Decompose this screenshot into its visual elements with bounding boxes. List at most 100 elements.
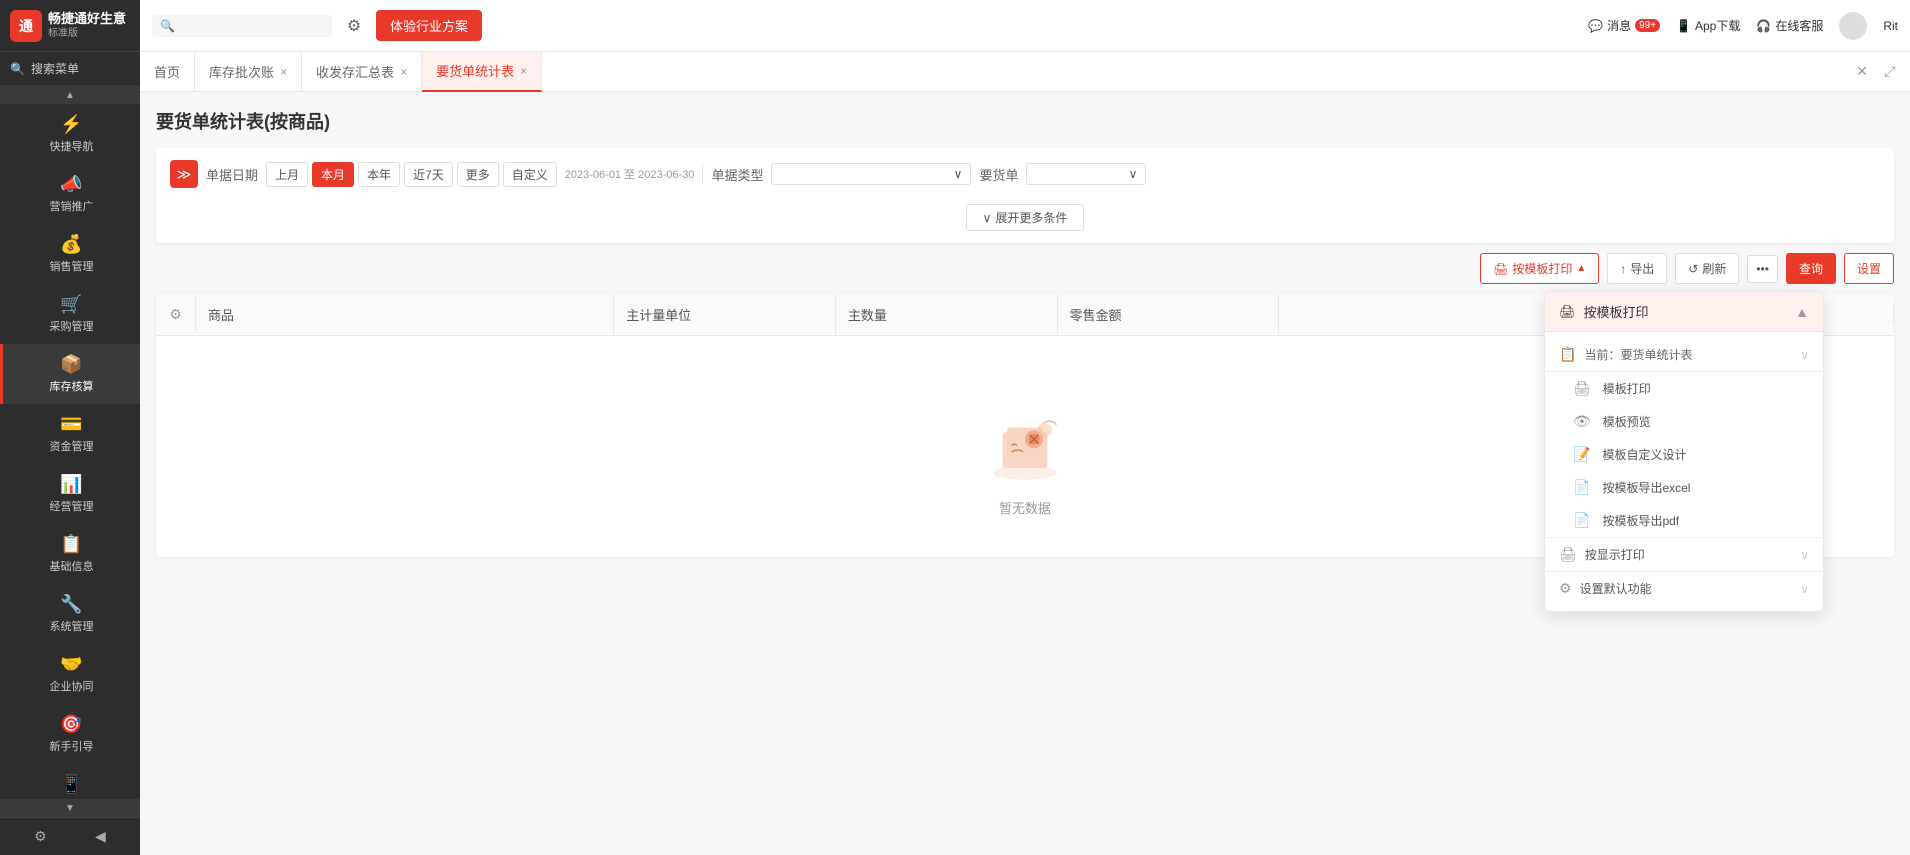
tab-inventory-batch-close[interactable]: × — [280, 65, 287, 79]
app-download-icon: 📱 — [1676, 19, 1691, 33]
sidebar-item-inventory[interactable]: 📦 库存核算 — [0, 344, 140, 404]
order-status-arrow: ∨ — [1129, 167, 1138, 181]
sidebar-settings-icon[interactable]: ⚙ — [34, 828, 47, 845]
sidebar-search[interactable]: 🔍 搜索菜单 — [0, 52, 140, 86]
refresh-btn-label: 刷新 — [1702, 260, 1726, 277]
window-close-btn[interactable]: ✕ — [1850, 60, 1874, 84]
main-area: 🔍 ⚙ 体验行业方案 💬 消息 99+ 📱 App下载 🎧 在线客服 Rit — [140, 0, 1910, 855]
export-pdf-icon: 📄 — [1573, 512, 1590, 529]
sidebar-label-finance: 资金管理 — [50, 438, 94, 454]
dropdown-sub-display-print[interactable]: 🖨 按显示打印 ∨ — [1545, 537, 1823, 571]
query-btn[interactable]: 查询 — [1786, 253, 1836, 284]
sidebar-item-finance[interactable]: 💳 资金管理 — [0, 404, 140, 464]
sidebar-item-newbie[interactable]: 🎯 新手引导 — [0, 704, 140, 764]
tab-order-stats[interactable]: 要货单统计表 × — [422, 52, 542, 92]
set-default-arrow: ∨ — [1800, 582, 1809, 596]
date-btn-more[interactable]: 更多 — [457, 162, 499, 187]
sidebar-search-label: 搜索菜单 — [31, 60, 79, 77]
topbar-gear-button[interactable]: ⚙ — [340, 12, 368, 40]
quick-nav-icon: ⚡ — [60, 114, 82, 135]
template-print-arrow: ▲ — [1576, 263, 1586, 274]
sidebar-item-system[interactable]: 🔧 系统管理 — [0, 584, 140, 644]
service-icon: 🎧 — [1756, 19, 1771, 33]
action-bar: 🖨 按模板打印 ▲ 📋 当前：要货单统计表 ∨ 🖨 模板打印 — [156, 253, 1894, 284]
order-status-select[interactable]: ∨ — [1026, 163, 1146, 185]
basics-icon: 📋 — [60, 534, 82, 555]
newbie-icon: 🎯 — [60, 714, 82, 735]
bill-type-select[interactable]: ∨ — [771, 163, 971, 185]
set-default-icon: ⚙ — [1559, 580, 1572, 597]
dropdown-item-template-print[interactable]: 🖨 模板打印 — [1545, 372, 1823, 405]
message-icon: 💬 — [1588, 19, 1603, 33]
date-btn-prev-month[interactable]: 上月 — [266, 162, 308, 187]
tab-receipts-summary-close[interactable]: × — [400, 65, 407, 79]
sidebar-item-purchase[interactable]: 🛒 采购管理 — [0, 284, 140, 344]
refresh-btn[interactable]: ↺ 刷新 — [1675, 253, 1739, 284]
sidebar-scroll-up[interactable]: ▲ — [0, 86, 140, 104]
table-settings-btn[interactable]: ⚙ — [156, 296, 196, 333]
app-download-button[interactable]: 📱 App下载 — [1676, 17, 1740, 34]
settings-btn[interactable]: 设置 — [1844, 253, 1894, 284]
topbar: 🔍 ⚙ 体验行业方案 💬 消息 99+ 📱 App下载 🎧 在线客服 Rit — [140, 0, 1910, 52]
topbar-search-box[interactable]: 🔍 — [152, 15, 332, 37]
dropdown-item-template-custom[interactable]: 📝 模板自定义设计 — [1545, 438, 1823, 471]
dropdown-title: 🖨 按模板打印 — [1559, 302, 1649, 321]
date-btn-current-month[interactable]: 本月 — [312, 162, 354, 187]
dropdown-sub-set-default[interactable]: ⚙ 设置默认功能 ∨ — [1545, 571, 1823, 605]
current-item-icon: 📋 — [1559, 346, 1576, 363]
sidebar-item-basics[interactable]: 📋 基础信息 — [0, 524, 140, 584]
page-title: 要货单统计表(按商品) — [156, 108, 1894, 134]
dropdown-current-item: 📋 当前：要货单统计表 ∨ — [1545, 338, 1823, 372]
export-btn[interactable]: ↑ 导出 — [1607, 253, 1667, 284]
topbar-right: 💬 消息 99+ 📱 App下载 🎧 在线客服 Rit — [1588, 12, 1898, 40]
th-product: 商品 — [196, 295, 614, 334]
dropdown-body: 📋 当前：要货单统计表 ∨ 🖨 模板打印 👁 模板预览 📝 模板自定 — [1545, 332, 1823, 611]
date-filter-label: 单据日期 — [206, 165, 258, 184]
sidebar-scroll-down[interactable]: ▼ — [0, 799, 140, 817]
finance-icon: 💳 — [60, 414, 82, 435]
dropdown-item-template-preview[interactable]: 👁 模板预览 — [1545, 405, 1823, 438]
sidebar-item-operations[interactable]: 📊 经营管理 — [0, 464, 140, 524]
expand-more-icon: ∨ — [983, 211, 992, 225]
dropdown-close-btn[interactable]: ▲ — [1795, 304, 1809, 320]
date-btn-custom[interactable]: 自定义 — [503, 162, 557, 187]
operations-icon: 📊 — [60, 474, 82, 495]
sidebar-label-quick-nav: 快捷导航 — [50, 138, 94, 154]
filter-expand-btn[interactable]: ≫ — [170, 160, 198, 188]
more-btn[interactable]: ••• — [1747, 255, 1778, 283]
tab-order-stats-close[interactable]: × — [520, 64, 527, 78]
sidebar-label-system: 系统管理 — [50, 618, 94, 634]
sidebar-item-appstore[interactable]: 📱 应用中心 — [0, 764, 140, 799]
user-avatar[interactable] — [1839, 12, 1867, 40]
dropdown-item-export-excel[interactable]: 📄 按模板导出excel — [1545, 471, 1823, 504]
date-btn-7days[interactable]: 近7天 — [404, 162, 453, 187]
template-print-btn[interactable]: 🖨 按模板打印 ▲ — [1480, 253, 1599, 284]
date-btn-current-year[interactable]: 本年 — [358, 162, 400, 187]
message-button[interactable]: 💬 消息 99+ — [1588, 17, 1660, 34]
app-download-label: App下载 — [1695, 17, 1740, 34]
sidebar-item-marketing[interactable]: 📣 营销推广 — [0, 164, 140, 224]
sidebar: 通 畅捷通好生意 标准版 🔍 搜索菜单 ▲ ⚡ 快捷导航 📣 营销推广 💰 销售… — [0, 0, 140, 855]
tab-receipts-summary[interactable]: 收发存汇总表 × — [302, 52, 422, 92]
trial-button[interactable]: 体验行业方案 — [376, 10, 482, 41]
dropdown-item-export-pdf[interactable]: 📄 按模板导出pdf — [1545, 504, 1823, 537]
filter-bar: ≫ 单据日期 上月 本月 本年 近7天 更多 自定义 2023-06-01 至 … — [156, 148, 1894, 243]
empty-illustration — [980, 396, 1070, 486]
template-custom-label: 模板自定义设计 — [1602, 446, 1809, 463]
sidebar-item-sales[interactable]: 💰 销售管理 — [0, 224, 140, 284]
bill-type-label: 单据类型 — [711, 165, 763, 184]
sidebar-item-quick-nav[interactable]: ⚡ 快捷导航 — [0, 104, 140, 164]
sidebar-item-enterprise[interactable]: 🤝 企业协同 — [0, 644, 140, 704]
set-default-label: 设置默认功能 — [1580, 580, 1652, 597]
window-expand-btn[interactable]: ⤢ — [1878, 60, 1902, 84]
tab-inventory-batch[interactable]: 库存批次账 × — [195, 52, 302, 92]
dropdown-title-icon: 🖨 — [1559, 304, 1576, 320]
template-print-icon: 🖨 — [1573, 380, 1591, 397]
sidebar-collapse-icon[interactable]: ◀ — [95, 828, 106, 845]
expand-more-btn[interactable]: ∨ 展开更多条件 — [966, 204, 1085, 231]
export-btn-label: 导出 — [1630, 260, 1654, 277]
message-badge: 99+ — [1635, 19, 1660, 32]
online-service-button[interactable]: 🎧 在线客服 — [1756, 17, 1823, 34]
date-range-display: 2023-06-01 至 2023-06-30 — [565, 166, 695, 182]
tab-home[interactable]: 首页 — [140, 52, 195, 92]
